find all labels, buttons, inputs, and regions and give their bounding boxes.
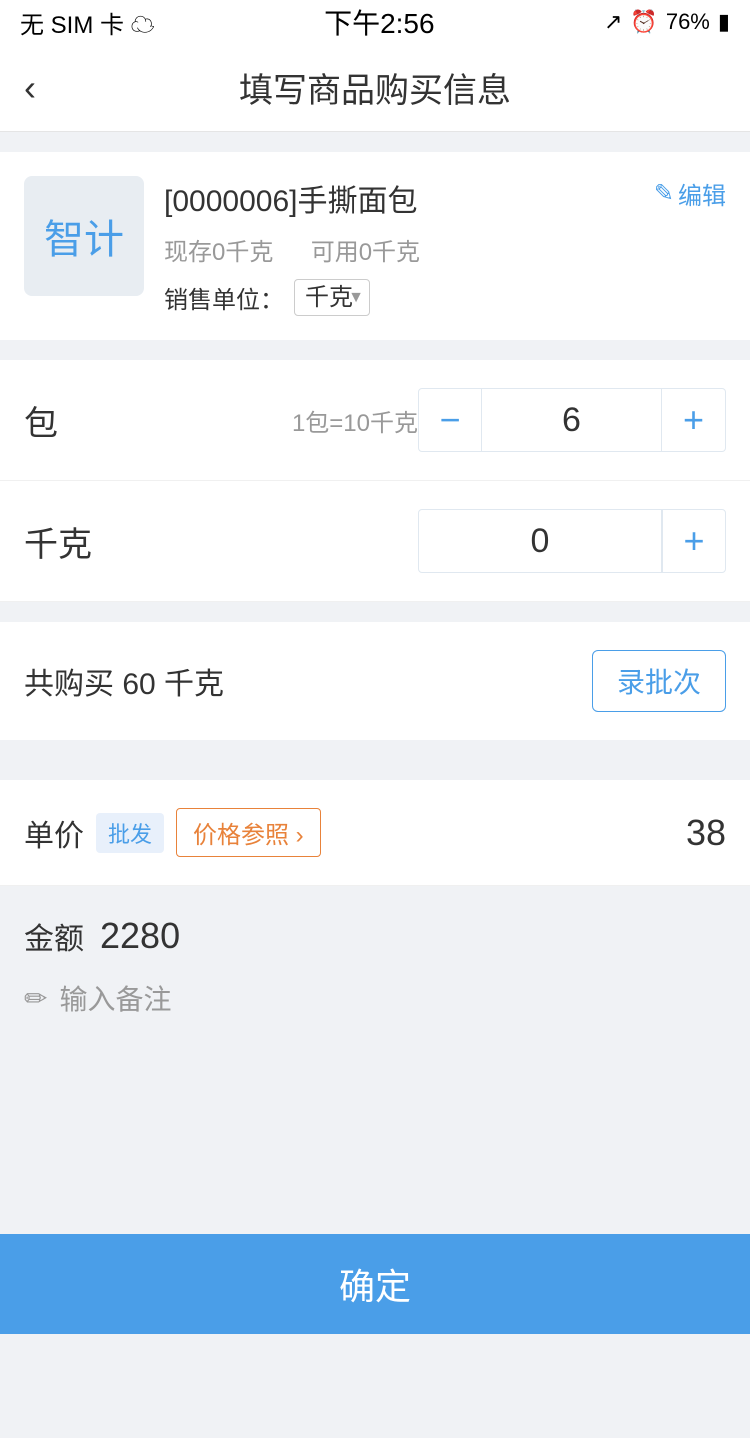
back-button[interactable]: ‹ <box>24 67 36 109</box>
edit-icon: ✎ <box>654 179 674 208</box>
quantity-row-kg: 千克 + <box>0 481 750 602</box>
qty-input-bao[interactable] <box>482 388 662 452</box>
unit-select-wrap[interactable]: 千克 <box>294 279 370 316</box>
product-unit-row: 销售单位： 千克 <box>164 279 726 316</box>
confirm-button[interactable]: 确定 <box>0 1234 750 1334</box>
product-logo: 智计 <box>44 207 124 265</box>
qty-input-kg[interactable] <box>418 509 662 573</box>
product-section: 智计 [0000006]手撕面包 现存0千克 可用0千克 销售单位： 千克 <box>0 152 750 340</box>
price-section: 单价 批发 价格参照 › 38 <box>0 780 750 886</box>
remark-icon: ✏ <box>24 982 47 1015</box>
plus-button-kg[interactable]: + <box>662 509 726 573</box>
amount-section: 金额 2280 ✏ 输入备注 <box>0 886 750 1038</box>
price-ref-button[interactable]: 价格参照 › <box>176 808 321 857</box>
status-left: 无 SIM 卡 ☁ <box>20 5 155 40</box>
amount-value: 2280 <box>100 915 180 957</box>
price-value: 38 <box>686 812 726 854</box>
price-label: 单价 <box>24 811 84 855</box>
minus-button-bao[interactable]: − <box>418 388 482 452</box>
price-tag-pifa: 批发 <box>96 813 164 853</box>
available-text: 可用0千克 <box>311 239 420 266</box>
unit-label: 销售单位： <box>164 280 284 315</box>
quantity-label-kg: 千克 <box>24 517 418 566</box>
product-info: [0000006]手撕面包 现存0千克 可用0千克 销售单位： 千克 <box>164 176 726 316</box>
page-title: 填写商品购买信息 <box>239 63 511 112</box>
quantity-row-bao: 包 1包=10千克 − + <box>0 360 750 481</box>
summary-section: 共购买 60 千克 录批次 <box>0 622 750 740</box>
amount-label: 金额 <box>24 914 84 958</box>
status-right: ↗ ⏰ 76% ▮ <box>604 9 730 35</box>
spacing <box>280 239 304 266</box>
product-image: 智计 <box>24 176 144 296</box>
unit-select[interactable]: 千克 <box>294 279 370 316</box>
location-icon: ↗ <box>604 9 622 35</box>
no-sim-text: 无 SIM 卡 ☁ <box>20 5 155 40</box>
quantity-controls-kg: + <box>418 509 726 573</box>
quantity-section: 包 1包=10千克 − + 千克 + <box>0 360 750 602</box>
quantity-sublabel-bao: 1包=10千克 <box>292 403 418 438</box>
price-row: 单价 批发 价格参照 › 38 <box>24 808 726 857</box>
separator-1 <box>0 740 750 760</box>
battery-text: 76% <box>666 9 710 35</box>
quantity-label-bao: 包 <box>24 396 282 445</box>
plus-button-bao[interactable]: + <box>662 388 726 452</box>
edit-label: 编辑 <box>678 176 726 211</box>
status-bar: 无 SIM 卡 ☁ 下午2:56 ↗ ⏰ 76% ▮ <box>0 0 750 44</box>
price-left: 单价 批发 价格参照 › <box>24 808 321 857</box>
quantity-controls-bao: − + <box>418 388 726 452</box>
amount-row: 金额 2280 <box>24 914 726 958</box>
product-stock: 现存0千克 可用0千克 <box>164 232 726 267</box>
summary-text: 共购买 60 千克 <box>24 659 224 703</box>
nav-bar: ‹ 填写商品购买信息 <box>0 44 750 132</box>
batch-button[interactable]: 录批次 <box>592 650 726 712</box>
product-name: [0000006]手撕面包 <box>164 176 726 220</box>
stock-text: 现存0千克 <box>164 239 273 266</box>
remark-row[interactable]: ✏ 输入备注 <box>24 978 726 1018</box>
edit-button[interactable]: ✎ 编辑 <box>654 176 726 211</box>
clock-icon: ⏰ <box>630 9 657 35</box>
status-time: 下午2:56 <box>324 2 435 42</box>
remark-placeholder: 输入备注 <box>59 978 171 1018</box>
battery-icon: ▮ <box>718 9 730 35</box>
